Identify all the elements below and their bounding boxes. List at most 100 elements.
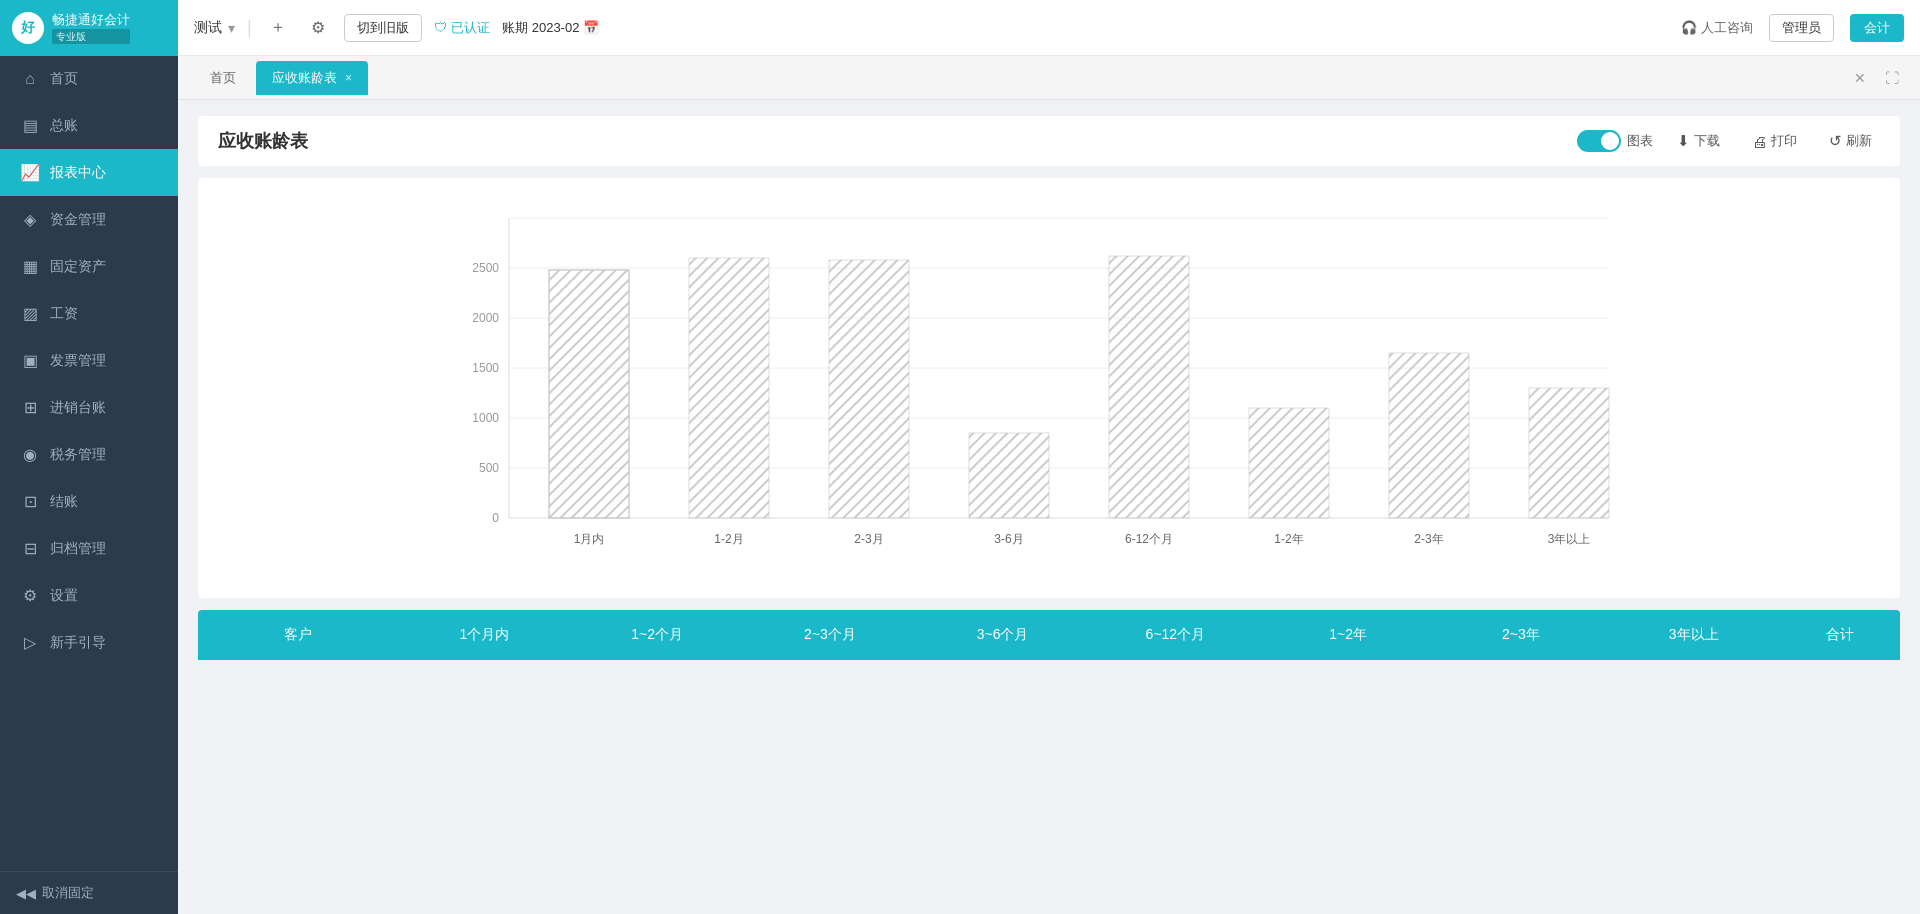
- svg-text:500: 500: [479, 461, 499, 475]
- sidebar-item-ledger[interactable]: ▤ 总账: [0, 102, 178, 149]
- tabs-bar: 首页 应收账龄表 × ✕ ⛶: [178, 56, 1920, 100]
- home-icon: ⌂: [20, 70, 40, 88]
- add-button[interactable]: ＋: [264, 14, 292, 42]
- sidebar-nav: ⌂ 首页 ▤ 总账 📈 报表中心 ◈ 资金管理 ▦ 固定资产 ▨ 工资 ▣ 发票…: [0, 56, 178, 871]
- funds-icon: ◈: [20, 210, 40, 229]
- svg-rect-18: [969, 433, 1049, 518]
- sidebar-item-assets[interactable]: ▦ 固定资产: [0, 243, 178, 290]
- col-header-2-3m: 2~3个月: [744, 610, 917, 660]
- guide-icon: ▷: [20, 633, 40, 652]
- topbar-right: 🎧 人工咨询 管理员 会计: [1681, 14, 1904, 42]
- svg-text:1000: 1000: [472, 411, 499, 425]
- col-header-2-3y: 2~3年: [1435, 610, 1608, 660]
- svg-rect-22: [1529, 388, 1609, 518]
- bar-chart: 0 500 1000 1500 2000 2500: [218, 198, 1880, 578]
- page-header: 应收账龄表 图表 ⬇ 下载 🖨 打印 ↺: [198, 116, 1900, 166]
- print-icon: 🖨: [1752, 133, 1767, 150]
- chart-toggle[interactable]: [1577, 130, 1621, 152]
- app-logo-icon: 好: [12, 12, 44, 44]
- svg-rect-15: [549, 270, 629, 518]
- project-selector[interactable]: 测试 ▾: [194, 19, 235, 37]
- archive-icon: ⊟: [20, 539, 40, 558]
- chart-toggle-label: 图表: [1627, 132, 1653, 150]
- sidebar-item-invoice[interactable]: ▣ 发票管理: [0, 337, 178, 384]
- role-button[interactable]: 会计: [1850, 14, 1904, 42]
- sidebar-item-funds[interactable]: ◈ 资金管理: [0, 196, 178, 243]
- sidebar-item-close[interactable]: ⊡ 结账: [0, 478, 178, 525]
- download-icon: ⬇: [1677, 132, 1690, 150]
- project-name: 测试: [194, 19, 222, 37]
- tab-home[interactable]: 首页: [194, 61, 252, 95]
- col-header-customer: 客户: [198, 610, 398, 660]
- table-header: 客户 1个月内 1~2个月 2~3个月 3~6个月 6~12个月 1~2年 2~…: [198, 610, 1900, 660]
- svg-rect-17: [829, 260, 909, 518]
- assets-icon: ▦: [20, 257, 40, 276]
- user-button[interactable]: 管理员: [1769, 14, 1834, 42]
- toggle-thumb: [1601, 132, 1619, 150]
- sidebar-item-guide[interactable]: ▷ 新手引导: [0, 619, 178, 666]
- download-button[interactable]: ⬇ 下载: [1669, 128, 1728, 154]
- settings-button[interactable]: ⚙: [304, 14, 332, 42]
- sidebar-item-reports[interactable]: 📈 报表中心: [0, 149, 178, 196]
- shield-icon: 🛡: [434, 20, 447, 35]
- svg-rect-21: [1389, 353, 1469, 518]
- verified-badge: 🛡 已认证: [434, 19, 490, 37]
- close-accounts-icon: ⊡: [20, 492, 40, 511]
- svg-text:1月内: 1月内: [574, 532, 605, 546]
- refresh-button[interactable]: ↺ 刷新: [1821, 128, 1880, 154]
- pin-icon: ◀◀: [16, 886, 36, 901]
- page-content: 应收账龄表 图表 ⬇ 下载 🖨 打印 ↺: [178, 100, 1920, 914]
- sidebar-item-salary[interactable]: ▨ 工资: [0, 290, 178, 337]
- calendar-icon[interactable]: 📅: [583, 20, 599, 35]
- svg-text:6-12个月: 6-12个月: [1125, 532, 1173, 546]
- refresh-icon: ↺: [1829, 132, 1842, 150]
- page-actions: 图表 ⬇ 下载 🖨 打印 ↺ 刷新: [1577, 128, 1880, 154]
- chart-container: 0 500 1000 1500 2000 2500: [198, 178, 1900, 598]
- sidebar-logo: 好 畅捷通好会计 专业版: [0, 0, 178, 56]
- topbar-separator: |: [247, 17, 252, 38]
- svg-text:3-6月: 3-6月: [994, 532, 1023, 546]
- svg-rect-16: [689, 258, 769, 518]
- window-controls: ✕ ⛶: [1848, 66, 1904, 90]
- svg-text:1-2年: 1-2年: [1274, 532, 1303, 546]
- tab-accounts-aging[interactable]: 应收账龄表 ×: [256, 61, 368, 95]
- sidebar-item-settings[interactable]: ⚙ 设置: [0, 572, 178, 619]
- svg-text:2000: 2000: [472, 311, 499, 325]
- sidebar: 好 畅捷通好会计 专业版 ⌂ 首页 ▤ 总账 📈 报表中心 ◈ 资金管理 ▦ 固…: [0, 0, 178, 914]
- sales-icon: ⊞: [20, 398, 40, 417]
- project-chevron-icon: ▾: [228, 20, 235, 36]
- svg-rect-20: [1249, 408, 1329, 518]
- svg-text:2-3月: 2-3月: [854, 532, 883, 546]
- col-header-1-2y: 1~2年: [1262, 610, 1435, 660]
- sidebar-item-tax[interactable]: ◉ 税务管理: [0, 431, 178, 478]
- svg-rect-19: [1109, 256, 1189, 518]
- chart-toggle-group: 图表: [1577, 130, 1653, 152]
- settings-icon: ⚙: [20, 586, 40, 605]
- svg-text:1500: 1500: [472, 361, 499, 375]
- col-header-6-12m: 6~12个月: [1089, 610, 1262, 660]
- col-header-total: 合计: [1780, 610, 1900, 660]
- col-header-1m: 1个月内: [398, 610, 571, 660]
- close-window-icon[interactable]: ✕: [1848, 66, 1872, 90]
- col-header-3y-plus: 3年以上: [1607, 610, 1780, 660]
- svg-text:2500: 2500: [472, 261, 499, 275]
- expand-window-icon[interactable]: ⛶: [1880, 66, 1904, 90]
- print-button[interactable]: 🖨 打印: [1744, 128, 1805, 154]
- sidebar-item-home[interactable]: ⌂ 首页: [0, 56, 178, 102]
- service-button[interactable]: 🎧 人工咨询: [1681, 19, 1753, 37]
- svg-text:3年以上: 3年以上: [1548, 532, 1591, 546]
- page-title: 应收账龄表: [218, 129, 308, 153]
- sidebar-item-archive[interactable]: ⊟ 归档管理: [0, 525, 178, 572]
- svg-text:2-3年: 2-3年: [1414, 532, 1443, 546]
- invoice-icon: ▣: [20, 351, 40, 370]
- tax-icon: ◉: [20, 445, 40, 464]
- switch-old-version-button[interactable]: 切到旧版: [344, 14, 422, 42]
- sidebar-item-sales[interactable]: ⊞ 进销台账: [0, 384, 178, 431]
- headset-icon: 🎧: [1681, 20, 1697, 35]
- tab-close-icon[interactable]: ×: [345, 71, 352, 85]
- svg-text:0: 0: [492, 511, 499, 525]
- svg-text:1-2月: 1-2月: [714, 532, 743, 546]
- ledger-icon: ▤: [20, 116, 40, 135]
- cancel-fixed-btn[interactable]: ◀◀ 取消固定: [0, 871, 178, 914]
- period-display: 账期 2023-02 📅: [502, 19, 600, 37]
